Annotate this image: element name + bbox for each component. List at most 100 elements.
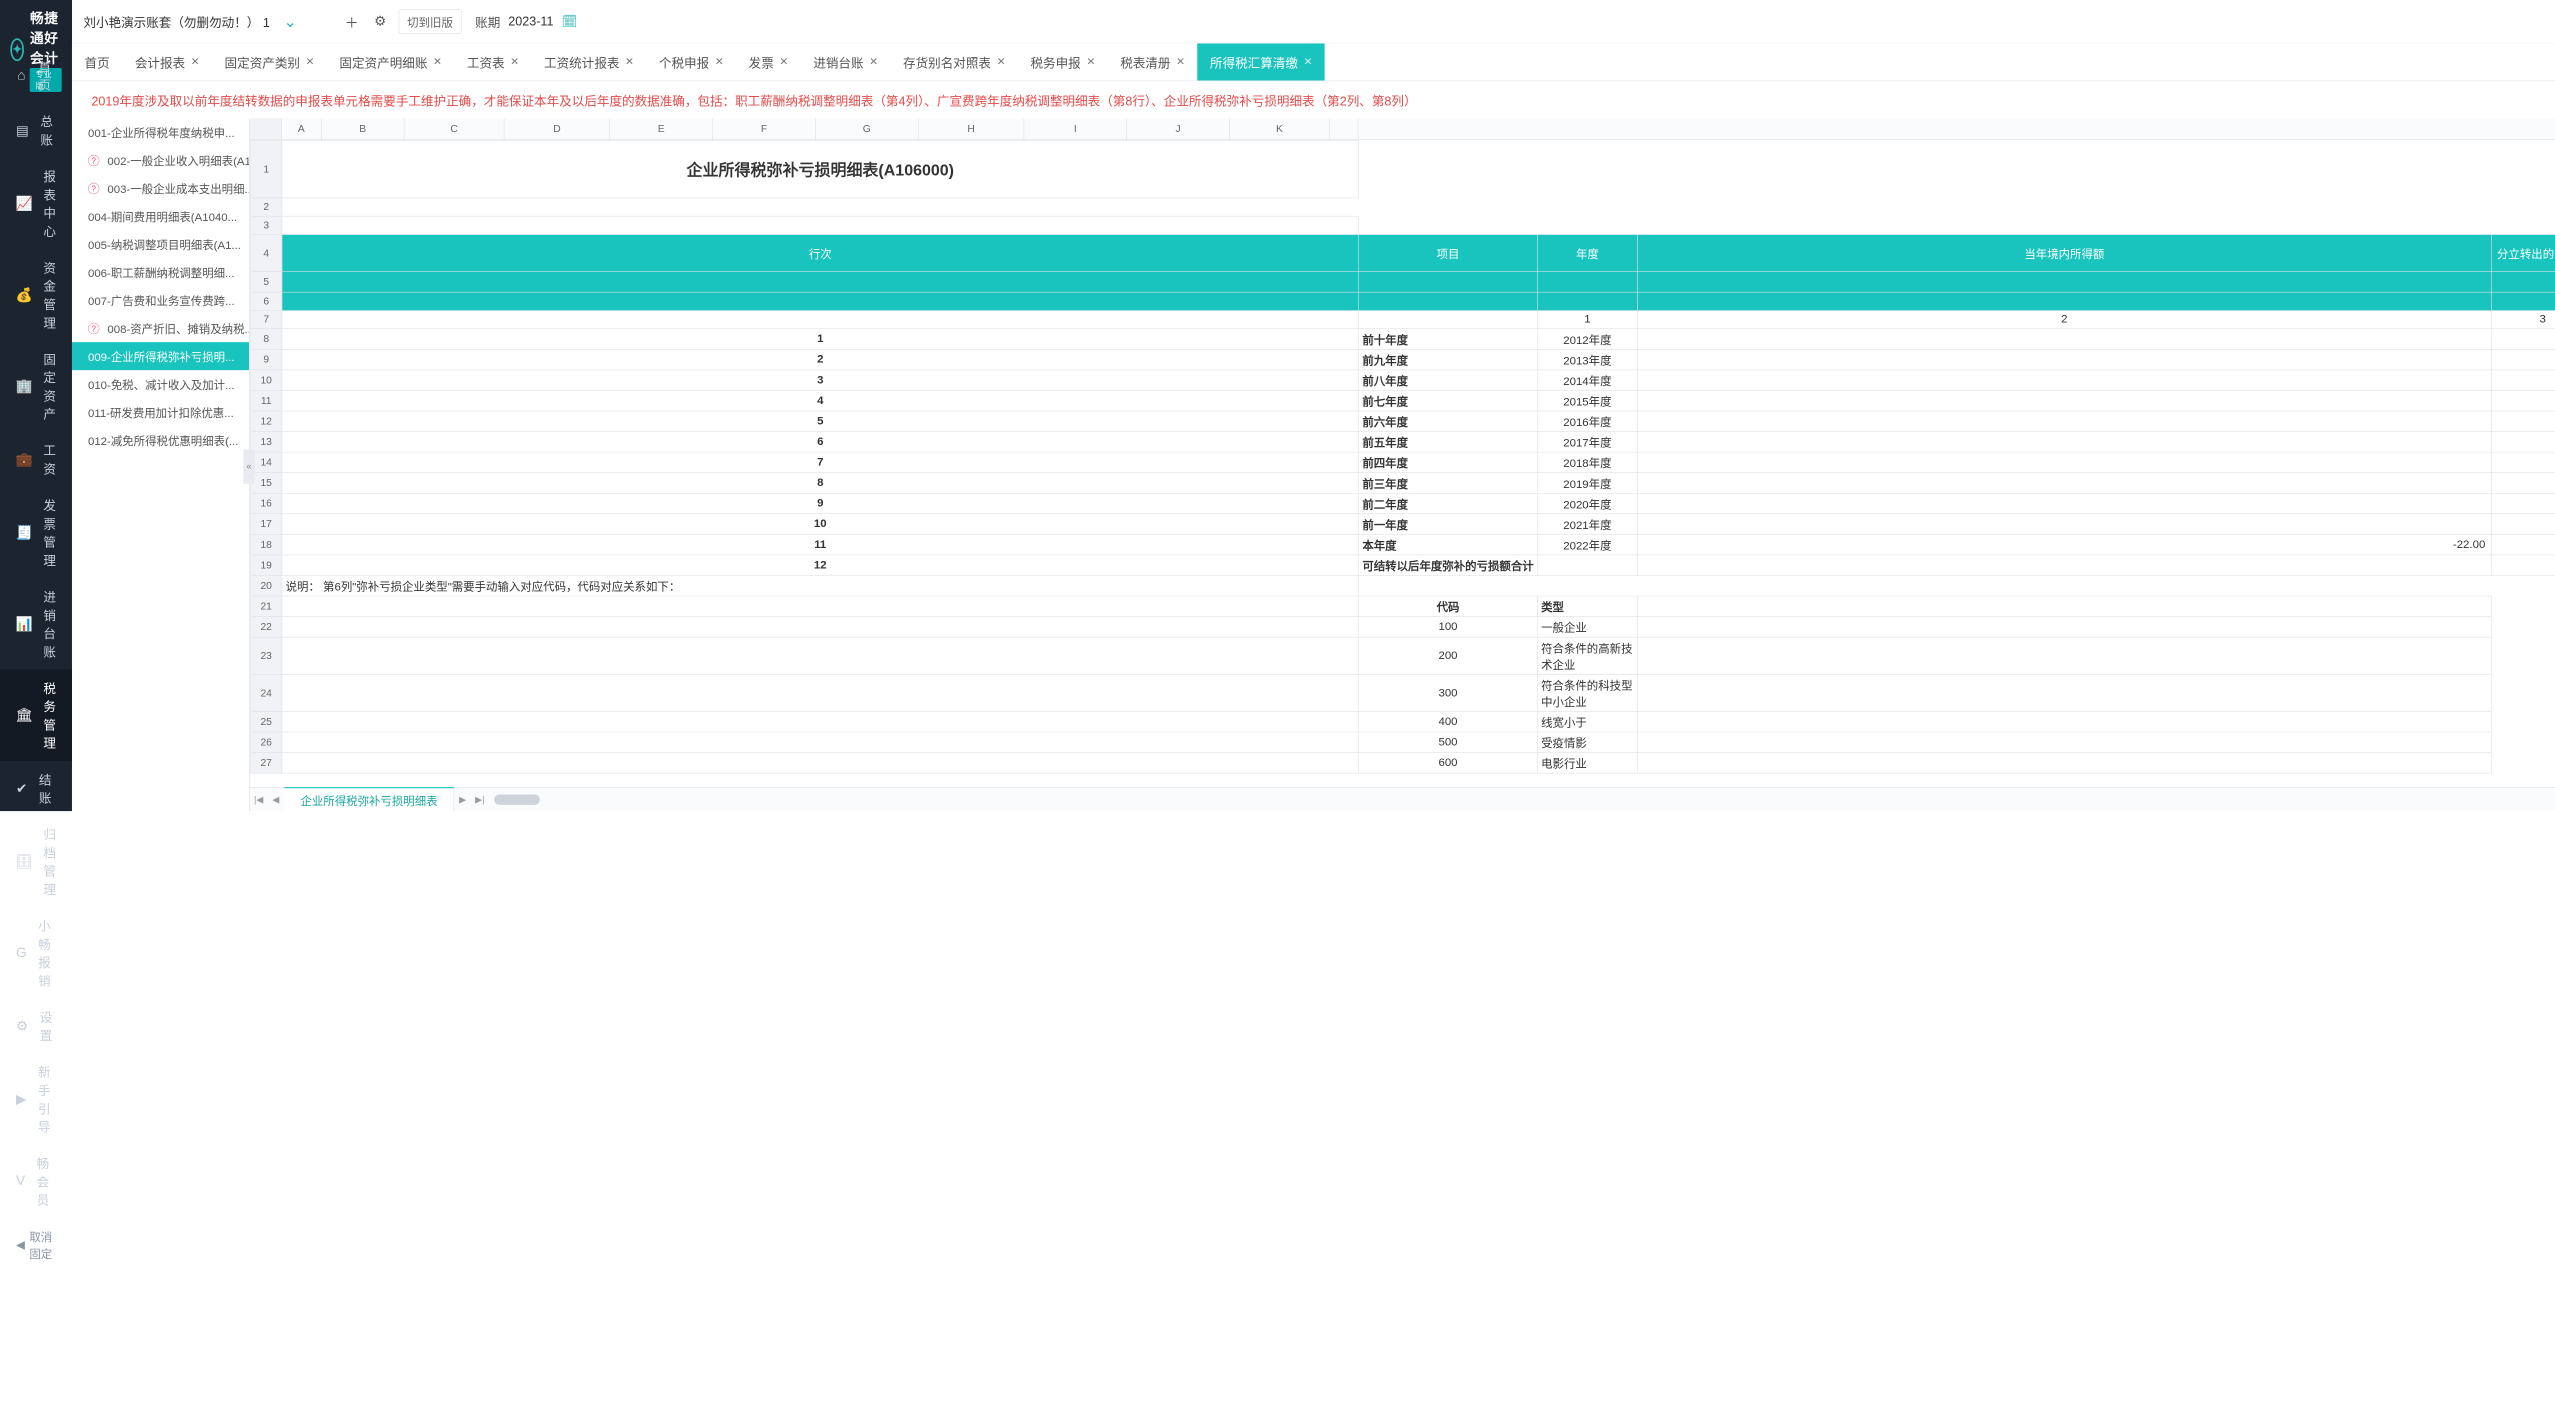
cell[interactable] bbox=[282, 216, 1359, 234]
cell[interactable] bbox=[1637, 349, 2491, 370]
cell[interactable]: 2016年度 bbox=[1537, 411, 1637, 432]
sheet-first-icon[interactable]: |◀ bbox=[250, 794, 267, 805]
cell[interactable]: 5 bbox=[282, 411, 1359, 432]
row-number[interactable]: 21 bbox=[250, 596, 281, 617]
cell[interactable]: 前四年度 bbox=[1359, 452, 1538, 473]
row-number[interactable]: 4 bbox=[250, 235, 281, 272]
nav-item-asset[interactable]: 🏢固定资产 bbox=[0, 340, 72, 431]
cell[interactable] bbox=[1537, 292, 1637, 310]
tab[interactable]: 固定资产明细账✕ bbox=[327, 43, 454, 80]
col-header[interactable]: A bbox=[282, 118, 322, 139]
row-number[interactable]: 18 bbox=[250, 534, 281, 555]
cell[interactable] bbox=[1637, 432, 2491, 453]
row-number[interactable]: 25 bbox=[250, 712, 281, 733]
row-number[interactable]: 5 bbox=[250, 272, 281, 293]
close-icon[interactable]: ✕ bbox=[869, 56, 878, 68]
row-number[interactable]: 3 bbox=[250, 216, 281, 234]
report-item[interactable]: 001-企业所得税年度纳税申... bbox=[72, 118, 249, 146]
cell[interactable]: 符合条件的高新技术企业 bbox=[1537, 637, 1637, 674]
col-header[interactable]: E bbox=[610, 118, 713, 139]
cell[interactable] bbox=[282, 732, 1359, 753]
row-number[interactable]: 26 bbox=[250, 732, 281, 753]
grid[interactable]: 1企业所得税弥补亏损明细表(A106000)234行次项目年度当年境内所得额分立… bbox=[250, 140, 2555, 773]
cell[interactable]: 2 bbox=[1637, 311, 2491, 329]
row-number[interactable]: 12 bbox=[250, 411, 281, 432]
cell[interactable] bbox=[282, 753, 1359, 774]
row-number[interactable]: 10 bbox=[250, 370, 281, 391]
cell[interactable]: 受疫情影 bbox=[1537, 732, 1637, 753]
row-number[interactable]: 1 bbox=[250, 140, 281, 198]
row-number[interactable]: 2 bbox=[250, 198, 281, 216]
cell[interactable]: 2012年度 bbox=[1537, 329, 1637, 350]
cell[interactable] bbox=[1637, 514, 2491, 535]
cell[interactable] bbox=[2491, 370, 2555, 391]
report-item[interactable]: 003-一般企业成本支出明细... bbox=[72, 174, 249, 202]
cell[interactable]: 2022年度 bbox=[1537, 534, 1637, 555]
close-icon[interactable]: ✕ bbox=[510, 56, 519, 68]
cell[interactable] bbox=[282, 272, 1359, 293]
col-header[interactable]: H bbox=[918, 118, 1024, 139]
tab[interactable]: 进销台账✕ bbox=[801, 43, 891, 80]
cell[interactable] bbox=[2491, 349, 2555, 370]
gear-icon[interactable]: ⚙ bbox=[370, 11, 391, 32]
cell[interactable]: 2 bbox=[282, 349, 1359, 370]
cell[interactable] bbox=[2491, 432, 2555, 453]
cell[interactable]: 线宽小于 bbox=[1537, 712, 1637, 733]
cell[interactable]: 前八年度 bbox=[1359, 370, 1538, 391]
close-icon[interactable]: ✕ bbox=[997, 56, 1006, 68]
nav-item-journal[interactable]: 📊进销台账 bbox=[0, 578, 72, 669]
cell[interactable]: 11 bbox=[282, 534, 1359, 555]
col-header[interactable]: J bbox=[1127, 118, 1230, 139]
cell[interactable] bbox=[2491, 272, 2555, 293]
row-number[interactable]: 17 bbox=[250, 514, 281, 535]
tab[interactable]: 会计报表✕ bbox=[122, 43, 212, 80]
row-number[interactable]: 13 bbox=[250, 432, 281, 453]
cell[interactable]: 一般企业 bbox=[1537, 617, 1637, 638]
cell[interactable] bbox=[2491, 555, 2555, 576]
cell[interactable] bbox=[1637, 452, 2491, 473]
tab[interactable]: 税务申报✕ bbox=[1018, 43, 1108, 80]
cell[interactable]: 400 bbox=[1359, 712, 1538, 733]
cell[interactable]: 前一年度 bbox=[1359, 514, 1538, 535]
row-number[interactable]: 9 bbox=[250, 349, 281, 370]
cell[interactable] bbox=[282, 617, 1359, 638]
cell[interactable]: 当年境内所得额 bbox=[1637, 235, 2491, 272]
row-number[interactable]: 22 bbox=[250, 617, 281, 638]
tab[interactable]: 工资统计报表✕ bbox=[531, 43, 646, 80]
row-number[interactable]: 16 bbox=[250, 493, 281, 514]
tab[interactable]: 固定资产类别✕ bbox=[212, 43, 327, 80]
cell[interactable] bbox=[1637, 329, 2491, 350]
cell[interactable]: 代码 bbox=[1359, 596, 1538, 617]
report-item[interactable]: 002-一般企业收入明细表(A10... bbox=[72, 146, 249, 174]
h-scrollbar[interactable] bbox=[488, 794, 2555, 804]
nav-item-ledger[interactable]: ▤总账 bbox=[0, 103, 72, 158]
cell[interactable]: 本年度 bbox=[1359, 534, 1538, 555]
cell[interactable] bbox=[2491, 534, 2555, 555]
cell[interactable] bbox=[2491, 292, 2555, 310]
cell[interactable]: 年度 bbox=[1537, 235, 1637, 272]
nav-item-vip[interactable]: V畅会员 bbox=[0, 1145, 72, 1218]
tab[interactable]: 发票✕ bbox=[736, 43, 801, 80]
tab[interactable]: 所得税汇算清缴✕ bbox=[1197, 43, 1324, 80]
nav-item-fund[interactable]: 💰资金管理 bbox=[0, 249, 72, 340]
cell[interactable]: 行次 bbox=[282, 235, 1359, 272]
cell[interactable]: 600 bbox=[1359, 753, 1538, 774]
cell[interactable]: 300 bbox=[1359, 674, 1538, 711]
nav-item-guide[interactable]: ▶新手引导 bbox=[0, 1053, 72, 1144]
tab[interactable]: 税表清册✕ bbox=[1108, 43, 1198, 80]
period-value[interactable]: 2023-11 bbox=[508, 14, 553, 29]
cell[interactable] bbox=[1359, 311, 1538, 329]
cell[interactable]: 电影行业 bbox=[1537, 753, 1637, 774]
cell[interactable]: 2020年度 bbox=[1537, 493, 1637, 514]
cell[interactable]: 符合条件的科技型中小企业 bbox=[1537, 674, 1637, 711]
cell[interactable] bbox=[1637, 637, 2491, 674]
cell[interactable]: 2013年度 bbox=[1537, 349, 1637, 370]
row-number[interactable]: 8 bbox=[250, 329, 281, 350]
nav-item-home[interactable]: ⌂首页 bbox=[0, 48, 72, 103]
sheet-next-icon[interactable]: ▶ bbox=[454, 794, 471, 805]
cell[interactable]: 8 bbox=[282, 473, 1359, 494]
cell[interactable]: 2019年度 bbox=[1537, 473, 1637, 494]
cell[interactable]: 500 bbox=[1359, 732, 1538, 753]
row-number[interactable]: 23 bbox=[250, 637, 281, 674]
row-number[interactable]: 24 bbox=[250, 674, 281, 711]
